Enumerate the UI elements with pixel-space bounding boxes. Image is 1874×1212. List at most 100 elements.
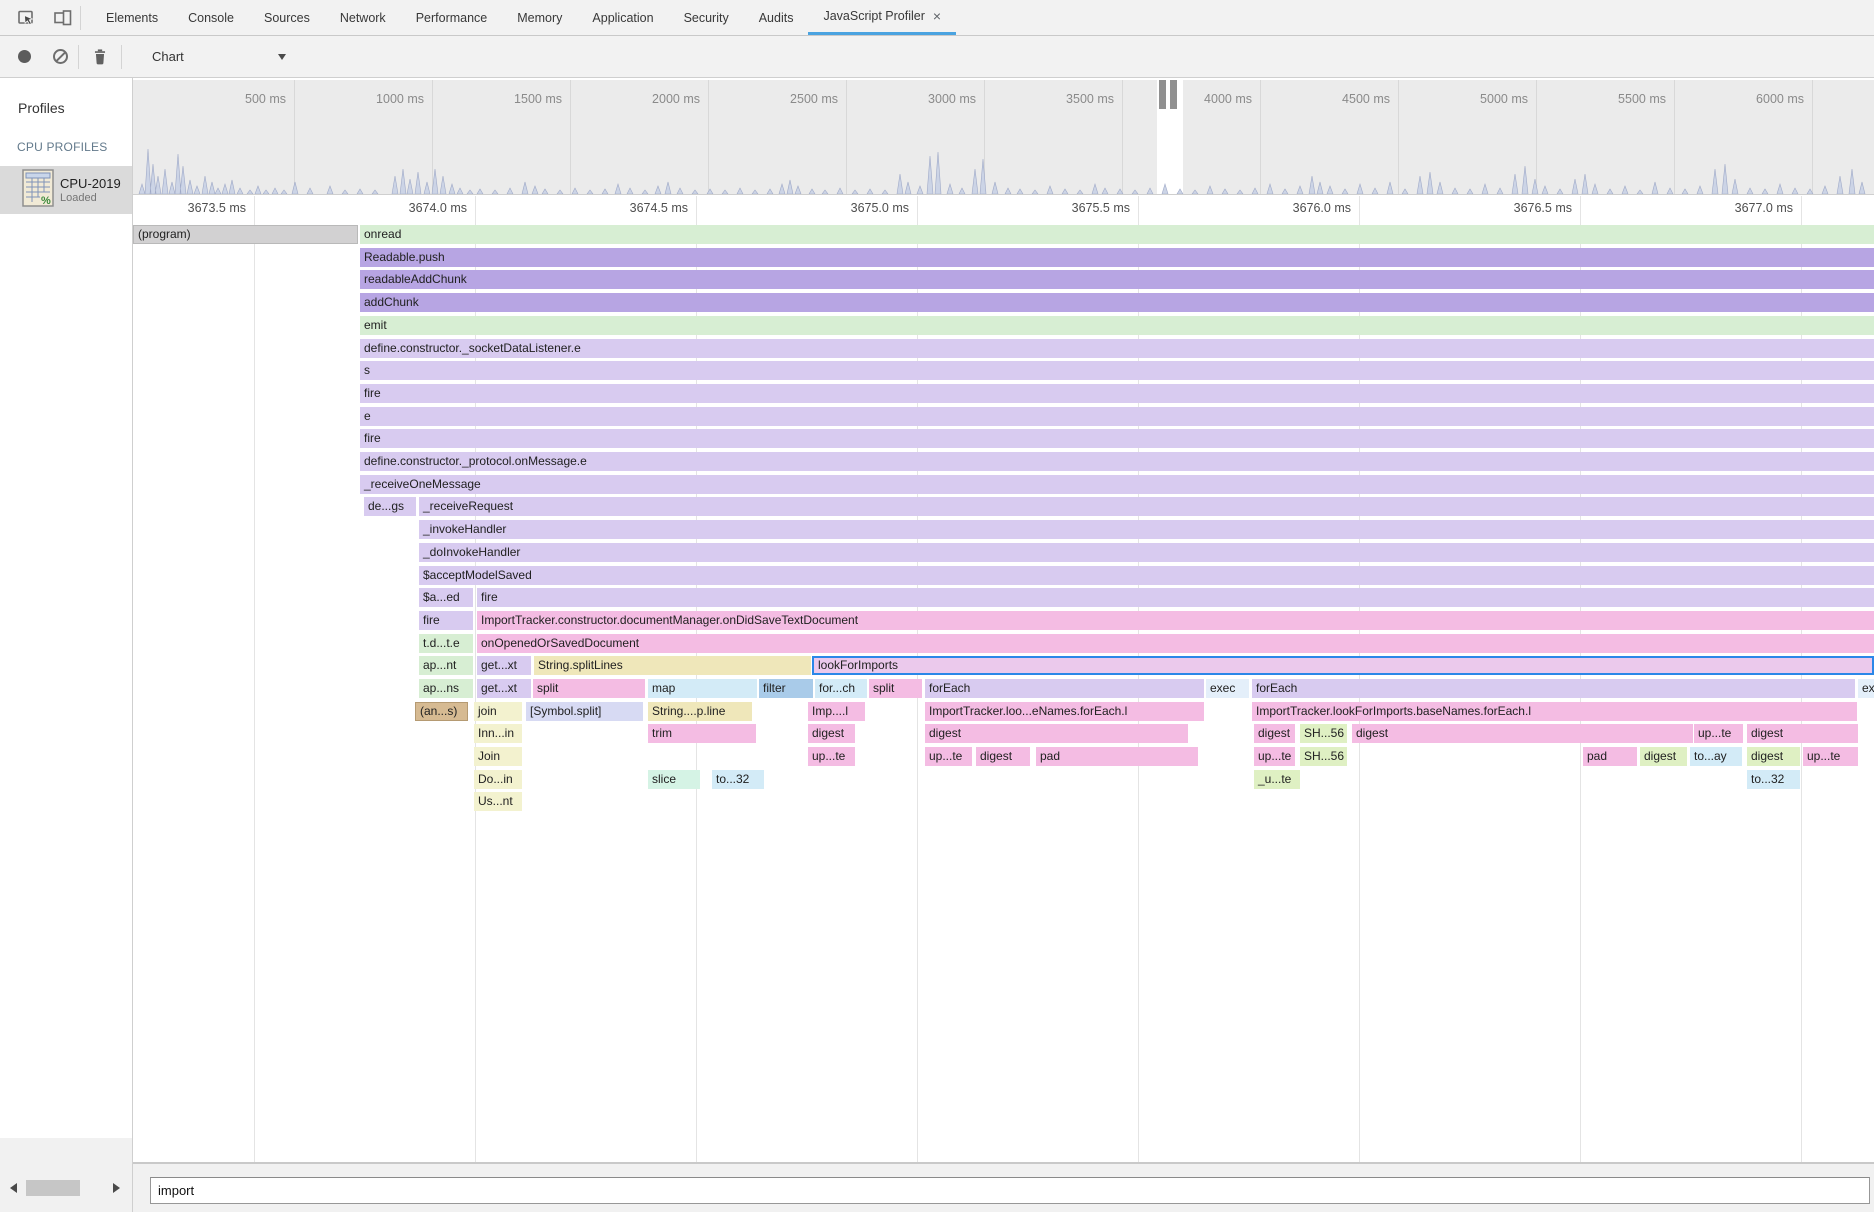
flame-bar[interactable]: (program) <box>133 225 358 244</box>
flame-bar[interactable]: digest <box>1352 724 1693 743</box>
flame-bar[interactable]: up...te <box>808 747 855 766</box>
flame-bar[interactable]: String.splitLines <box>534 656 811 675</box>
overview-tick-label: 4500 ms <box>1342 92 1390 106</box>
flame-bar[interactable]: fire <box>477 588 1874 607</box>
flame-bar[interactable]: pad <box>1583 747 1637 766</box>
inspect-element-icon[interactable] <box>16 7 38 29</box>
flame-bar[interactable]: Inn...in <box>474 724 522 743</box>
flame-bar[interactable]: onread <box>360 225 1874 244</box>
toggle-device-toolbar-icon[interactable] <box>52 7 74 29</box>
flame-bar[interactable]: trim <box>648 724 756 743</box>
flame-bar[interactable]: to...ay <box>1690 747 1742 766</box>
flame-bar[interactable]: get...xt <box>477 679 531 698</box>
flame-bar[interactable]: [Symbol.split] <box>526 702 643 721</box>
scroll-right-icon[interactable] <box>113 1183 120 1193</box>
flame-bar[interactable]: slice <box>648 770 700 789</box>
tab-javascript-profiler[interactable]: JavaScript Profiler × <box>808 0 957 35</box>
flame-bar[interactable]: fire <box>360 384 1874 403</box>
tab-network[interactable]: Network <box>325 0 401 35</box>
flame-bar[interactable]: SH...56 <box>1300 724 1347 743</box>
flame-bar[interactable]: _receiveOneMessage <box>360 475 1874 494</box>
flame-bar[interactable]: exec <box>1206 679 1249 698</box>
flame-bar[interactable]: de...gs <box>364 497 416 516</box>
flame-bar[interactable]: digest <box>1640 747 1687 766</box>
flame-bar[interactable]: Readable.push <box>360 248 1874 267</box>
flame-bar[interactable]: pad <box>1036 747 1198 766</box>
view-mode-select[interactable]: Chart <box>144 43 294 71</box>
flame-bar[interactable]: e <box>360 407 1874 426</box>
flame-bar[interactable]: filter <box>759 679 813 698</box>
tab-application[interactable]: Application <box>577 0 668 35</box>
flame-bar[interactable]: forEach <box>925 679 1204 698</box>
flame-bar[interactable]: $acceptModelSaved <box>419 566 1874 585</box>
flame-chart[interactable]: (program) onread Readable.push readableAddC… <box>133 222 1874 1163</box>
flame-bar[interactable]: Us...nt <box>474 792 522 811</box>
clear-button[interactable] <box>53 49 68 64</box>
flame-bar[interactable]: ImportTracker.loo...eNames.forEach.l <box>925 702 1204 721</box>
flame-bar[interactable]: lookForImports <box>812 656 1874 675</box>
flame-bar[interactable]: addChunk <box>360 293 1874 312</box>
timeline-overview[interactable]: 500 ms 1000 ms 1500 ms 2000 ms 2500 ms 3000 m… <box>133 80 1874 195</box>
flame-bar[interactable]: $a...ed <box>419 588 473 607</box>
flame-bar[interactable]: ap...ns <box>419 679 473 698</box>
flame-bar[interactable]: define.constructor._protocol.onMessage.e <box>360 452 1874 471</box>
flame-bar[interactable]: s <box>360 361 1874 380</box>
flame-bar[interactable]: map <box>648 679 757 698</box>
flame-bar[interactable]: SH...56 <box>1300 747 1347 766</box>
flame-bar[interactable]: Do...in <box>474 770 522 789</box>
flame-bar[interactable]: to...32 <box>1747 770 1800 789</box>
flame-bar[interactable]: up...te <box>1254 747 1295 766</box>
flame-bar[interactable]: ex <box>1858 679 1874 698</box>
scrollbar-thumb[interactable] <box>26 1180 80 1196</box>
flame-bar[interactable]: for...ch <box>815 679 867 698</box>
tab-elements[interactable]: Elements <box>91 0 173 35</box>
flame-bar[interactable]: (an...s) <box>415 702 468 721</box>
flame-bar[interactable]: get...xt <box>477 656 531 675</box>
search-input[interactable] <box>150 1177 1870 1204</box>
flame-bar[interactable]: digest <box>925 724 1188 743</box>
flame-bar[interactable]: fire <box>419 611 473 630</box>
flame-bar[interactable]: split <box>869 679 922 698</box>
close-tab-icon[interactable]: × <box>933 9 941 23</box>
selection-handle-left[interactable] <box>1159 80 1166 109</box>
selection-handle-right[interactable] <box>1170 80 1177 109</box>
tab-audits[interactable]: Audits <box>744 0 809 35</box>
tab-security[interactable]: Security <box>669 0 744 35</box>
flame-bar[interactable]: digest <box>976 747 1030 766</box>
flame-bar[interactable]: up...te <box>1803 747 1858 766</box>
flame-bar[interactable]: onOpenedOrSavedDocument <box>477 634 1874 653</box>
horizontal-scrollbar[interactable] <box>0 1178 132 1200</box>
flame-bar[interactable]: _invokeHandler <box>419 520 1874 539</box>
flame-bar[interactable]: Join <box>474 747 522 766</box>
flame-bar[interactable]: _receiveRequest <box>419 497 1874 516</box>
flame-bar[interactable]: define.constructor._socketDataListener.e <box>360 339 1874 358</box>
flame-bar[interactable]: digest <box>1254 724 1295 743</box>
tab-console[interactable]: Console <box>173 0 249 35</box>
delete-profile-icon[interactable] <box>89 46 111 68</box>
tab-memory[interactable]: Memory <box>502 0 577 35</box>
scroll-left-icon[interactable] <box>10 1183 17 1193</box>
flame-bar[interactable]: to...32 <box>712 770 764 789</box>
tab-sources[interactable]: Sources <box>249 0 325 35</box>
flame-bar[interactable]: ImportTracker.constructor.documentManage… <box>477 611 1874 630</box>
flame-bar[interactable]: up...te <box>1694 724 1743 743</box>
flame-bar[interactable]: digest <box>808 724 855 743</box>
flame-bar[interactable]: ap...nt <box>419 656 473 675</box>
tab-performance[interactable]: Performance <box>401 0 503 35</box>
flame-bar[interactable]: readableAddChunk <box>360 270 1874 289</box>
flame-bar[interactable]: digest <box>1747 747 1800 766</box>
record-button[interactable] <box>18 50 31 63</box>
flame-bar[interactable]: String....p.line <box>648 702 752 721</box>
flame-bar[interactable]: digest <box>1747 724 1858 743</box>
flame-bar[interactable]: join <box>474 702 522 721</box>
flame-bar[interactable]: forEach <box>1252 679 1855 698</box>
flame-bar[interactable]: ImportTracker.lookForImports.baseNames.f… <box>1252 702 1857 721</box>
flame-bar[interactable]: up...te <box>925 747 972 766</box>
flame-bar[interactable]: split <box>533 679 645 698</box>
flame-bar[interactable]: _u...te <box>1254 770 1300 789</box>
flame-bar[interactable]: t.d...t.e <box>419 634 473 653</box>
flame-bar[interactable]: fire <box>360 429 1874 448</box>
flame-bar[interactable]: _doInvokeHandler <box>419 543 1874 562</box>
flame-bar[interactable]: emit <box>360 316 1874 335</box>
flame-bar[interactable]: Imp....l <box>808 702 865 721</box>
